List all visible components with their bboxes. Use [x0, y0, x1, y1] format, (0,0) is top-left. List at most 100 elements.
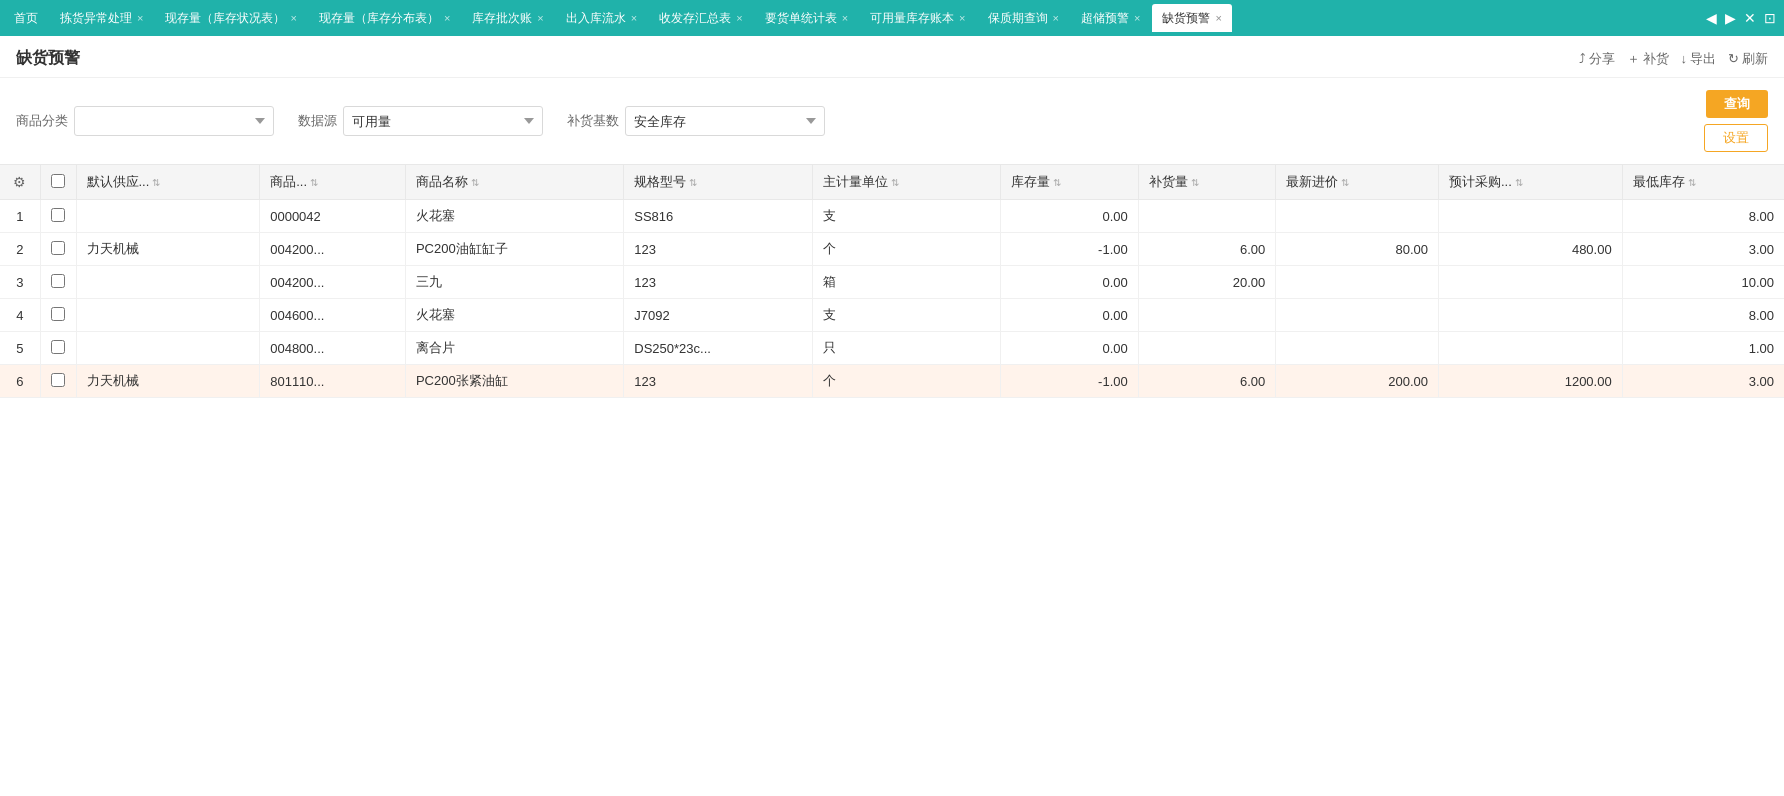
- cell-replenish: [1138, 299, 1276, 332]
- filter-actions: 查询 设置: [1704, 90, 1768, 152]
- tab-item-inout-flow[interactable]: 出入库流水×: [556, 4, 647, 32]
- export-icon: [1681, 51, 1688, 66]
- supplement-button[interactable]: 补货: [1627, 50, 1669, 68]
- cell-price: 200.00: [1276, 365, 1439, 398]
- replenish-label: 补货基数: [567, 112, 619, 130]
- tab-item-home[interactable]: 首页: [4, 4, 48, 32]
- datasource-label: 数据源: [298, 112, 337, 130]
- th-sort-supplier[interactable]: 默认供应... ⇅: [87, 173, 250, 191]
- tab-close-inventory-dist[interactable]: ×: [444, 12, 450, 24]
- cell-unit: 个: [813, 233, 1001, 266]
- tab-close-batch-account[interactable]: ×: [537, 12, 543, 24]
- tab-prev-btn[interactable]: ◀: [1702, 0, 1721, 36]
- category-filter-group: 商品分类: [16, 106, 274, 136]
- page-header: 缺货预警 分享 补货 导出 刷新: [0, 36, 1784, 78]
- cell-unit: 只: [813, 332, 1001, 365]
- cell-price: [1276, 266, 1439, 299]
- cell-est: 480.00: [1438, 233, 1622, 266]
- cell-stock: 0.00: [1001, 299, 1139, 332]
- datasource-filter-group: 数据源 可用量: [298, 106, 543, 136]
- cell-replenish: [1138, 332, 1276, 365]
- refresh-icon: [1728, 51, 1739, 66]
- th-stock-qty: 库存量 ⇅: [1001, 165, 1139, 200]
- cell-name: 火花塞: [405, 299, 623, 332]
- tab-close-available-ledger[interactable]: ×: [959, 12, 965, 24]
- th-sort-code[interactable]: 商品... ⇅: [270, 173, 395, 191]
- cell-num: 6: [0, 365, 40, 398]
- category-select[interactable]: [74, 106, 274, 136]
- cell-est: [1438, 332, 1622, 365]
- table-row: 5004800...离合片DS250*23c...只0.001.00: [0, 332, 1784, 365]
- th-sort-est[interactable]: 预计采购... ⇅: [1449, 173, 1612, 191]
- th-sort-unit[interactable]: 主计量单位 ⇅: [823, 173, 990, 191]
- datasource-select[interactable]: 可用量: [343, 106, 543, 136]
- th-spec: 规格型号 ⇅: [624, 165, 813, 200]
- tab-next-btn[interactable]: ▶: [1721, 0, 1740, 36]
- tab-item-expiry-query[interactable]: 保质期查询×: [978, 4, 1069, 32]
- tab-item-overstock-warn[interactable]: 超储预警×: [1071, 4, 1150, 32]
- tab-item-batch-account[interactable]: 库存批次账×: [462, 4, 553, 32]
- cell-est: 1200.00: [1438, 365, 1622, 398]
- tab-close-inventory-status[interactable]: ×: [290, 12, 296, 24]
- settings-button[interactable]: 设置: [1704, 124, 1768, 152]
- tab-item-inventory-status[interactable]: 现存量（库存状况表）×: [155, 4, 306, 32]
- tab-fullscreen-btn[interactable]: ⊡: [1760, 0, 1780, 36]
- cell-checkbox[interactable]: [40, 200, 76, 233]
- tab-close-shortage-warn[interactable]: ×: [1215, 12, 1221, 24]
- cell-checkbox[interactable]: [40, 299, 76, 332]
- replenish-select[interactable]: 安全库存: [625, 106, 825, 136]
- th-sort-stock[interactable]: 库存量 ⇅: [1011, 173, 1128, 191]
- supplement-label: 补货: [1643, 50, 1669, 68]
- cell-checkbox[interactable]: [40, 266, 76, 299]
- table-row: 10000042火花塞SS816支0.008.00: [0, 200, 1784, 233]
- cell-code: 004200...: [260, 266, 406, 299]
- tab-item-available-ledger[interactable]: 可用量库存账本×: [860, 4, 975, 32]
- cell-spec: SS816: [624, 200, 813, 233]
- th-sort-price[interactable]: 最新进价 ⇅: [1286, 173, 1428, 191]
- tab-item-inventory-dist[interactable]: 现存量（库存分布表）×: [309, 4, 460, 32]
- cell-min: 8.00: [1622, 299, 1784, 332]
- tab-item-shortage-warn[interactable]: 缺货预警×: [1152, 4, 1231, 32]
- query-button[interactable]: 查询: [1706, 90, 1768, 118]
- tab-close-btn[interactable]: ✕: [1740, 0, 1760, 36]
- export-button[interactable]: 导出: [1681, 50, 1717, 68]
- cell-est: [1438, 299, 1622, 332]
- tab-close-expiry-query[interactable]: ×: [1053, 12, 1059, 24]
- tab-item-mix-abnormal[interactable]: 拣货异常处理×: [50, 4, 153, 32]
- tab-close-receive-send[interactable]: ×: [736, 12, 742, 24]
- cell-supplier: [76, 332, 260, 365]
- cell-code: 004600...: [260, 299, 406, 332]
- cell-unit: 支: [813, 299, 1001, 332]
- cell-est: [1438, 200, 1622, 233]
- table-header-row: ⚙ 默认供应... ⇅ 商品... ⇅: [0, 165, 1784, 200]
- th-sort-replenish[interactable]: 补货量 ⇅: [1149, 173, 1266, 191]
- tab-item-receive-send[interactable]: 收发存汇总表×: [649, 4, 752, 32]
- data-table: ⚙ 默认供应... ⇅ 商品... ⇅: [0, 164, 1784, 398]
- cell-stock: -1.00: [1001, 233, 1139, 266]
- select-all-checkbox[interactable]: [51, 174, 65, 188]
- cell-replenish: 6.00: [1138, 233, 1276, 266]
- tab-close-inout-flow[interactable]: ×: [631, 12, 637, 24]
- th-sort-name[interactable]: 商品名称 ⇅: [416, 173, 613, 191]
- tab-close-order-stats[interactable]: ×: [842, 12, 848, 24]
- gear-icon[interactable]: ⚙: [13, 174, 26, 190]
- th-default-supplier: 默认供应... ⇅: [76, 165, 260, 200]
- page-title: 缺货预警: [16, 48, 80, 69]
- th-sort-min[interactable]: 最低库存 ⇅: [1633, 173, 1774, 191]
- tab-close-mix-abnormal[interactable]: ×: [137, 12, 143, 24]
- th-sort-spec[interactable]: 规格型号 ⇅: [634, 173, 802, 191]
- cell-supplier: 力天机械: [76, 233, 260, 266]
- replenish-filter-group: 补货基数 安全库存: [567, 106, 825, 136]
- cell-checkbox[interactable]: [40, 332, 76, 365]
- cell-code: 004200...: [260, 233, 406, 266]
- refresh-button[interactable]: 刷新: [1728, 50, 1768, 68]
- tab-close-overstock-warn[interactable]: ×: [1134, 12, 1140, 24]
- supplement-icon: [1627, 50, 1640, 68]
- filter-area: 商品分类 数据源 可用量 补货基数 安全库存 查询 设置: [0, 78, 1784, 164]
- cell-supplier: [76, 200, 260, 233]
- cell-checkbox[interactable]: [40, 233, 76, 266]
- cell-checkbox[interactable]: [40, 365, 76, 398]
- cell-name: 三九: [405, 266, 623, 299]
- share-button[interactable]: 分享: [1579, 50, 1615, 68]
- tab-item-order-stats[interactable]: 要货单统计表×: [755, 4, 858, 32]
